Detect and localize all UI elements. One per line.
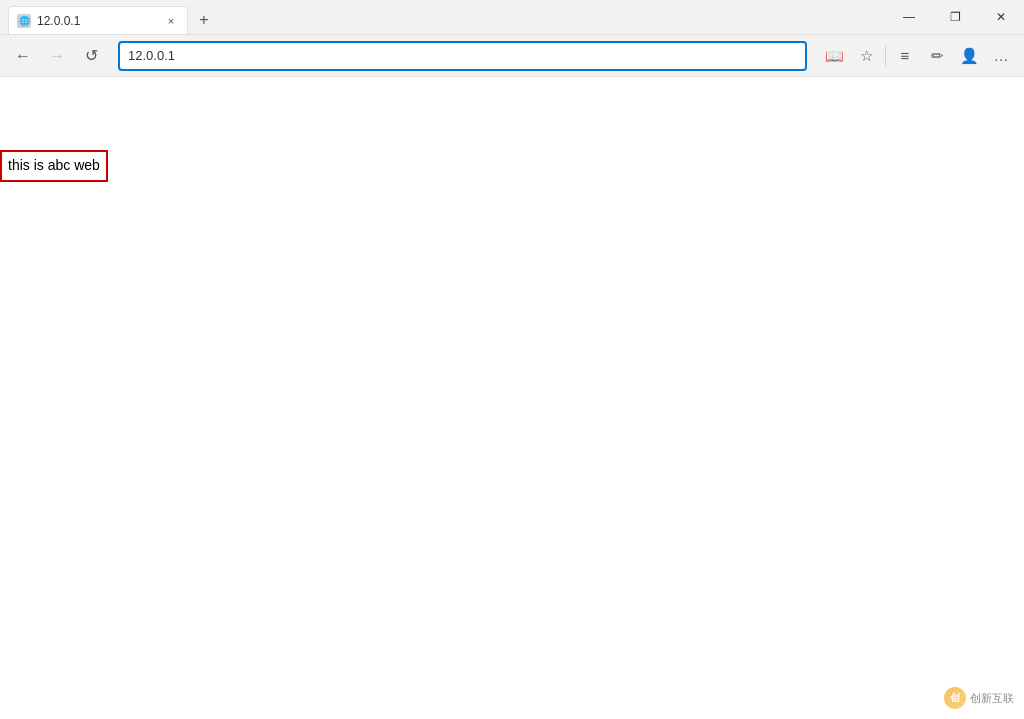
edit-icon[interactable]: ✏ (922, 41, 952, 71)
back-button[interactable]: ← (8, 41, 38, 71)
address-bar-container (118, 41, 807, 71)
watermark: 创 创新互联 (944, 687, 1014, 709)
toolbar-separator (885, 46, 886, 66)
close-button[interactable]: ✕ (978, 0, 1024, 35)
maximize-button[interactable]: ❐ (932, 0, 978, 35)
browser-tab[interactable]: 🌐 12.0.0.1 × (8, 6, 188, 34)
profile-icon[interactable]: 👤 (954, 41, 984, 71)
page-text: this is abc web (0, 150, 108, 182)
watermark-text: 创新互联 (970, 691, 1014, 706)
address-bar[interactable] (118, 41, 807, 71)
more-options-icon[interactable]: … (986, 41, 1016, 71)
tab-title: 12.0.0.1 (37, 14, 157, 28)
watermark-logo: 创 (944, 687, 966, 709)
window-controls: — ❐ ✕ (886, 0, 1024, 34)
title-bar: 🌐 12.0.0.1 × + — ❐ ✕ (0, 0, 1024, 35)
refresh-button[interactable]: ↺ (76, 41, 106, 71)
navigation-bar: ← → ↺ 📖 ☆ ≡ ✏ 👤 … (0, 35, 1024, 77)
reader-mode-icon[interactable]: 📖 (819, 41, 849, 71)
hamburger-menu-icon[interactable]: ≡ (890, 41, 920, 71)
tab-close-button[interactable]: × (163, 13, 179, 29)
toolbar-icons: 📖 ☆ ≡ ✏ 👤 … (819, 41, 1016, 71)
favorites-icon[interactable]: ☆ (851, 41, 881, 71)
tab-area: 🌐 12.0.0.1 × + (0, 0, 218, 34)
page-content: this is abc web (0, 77, 1024, 719)
forward-button[interactable]: → (42, 41, 72, 71)
tab-favicon: 🌐 (17, 14, 31, 28)
minimize-button[interactable]: — (886, 0, 932, 35)
new-tab-button[interactable]: + (190, 6, 218, 34)
